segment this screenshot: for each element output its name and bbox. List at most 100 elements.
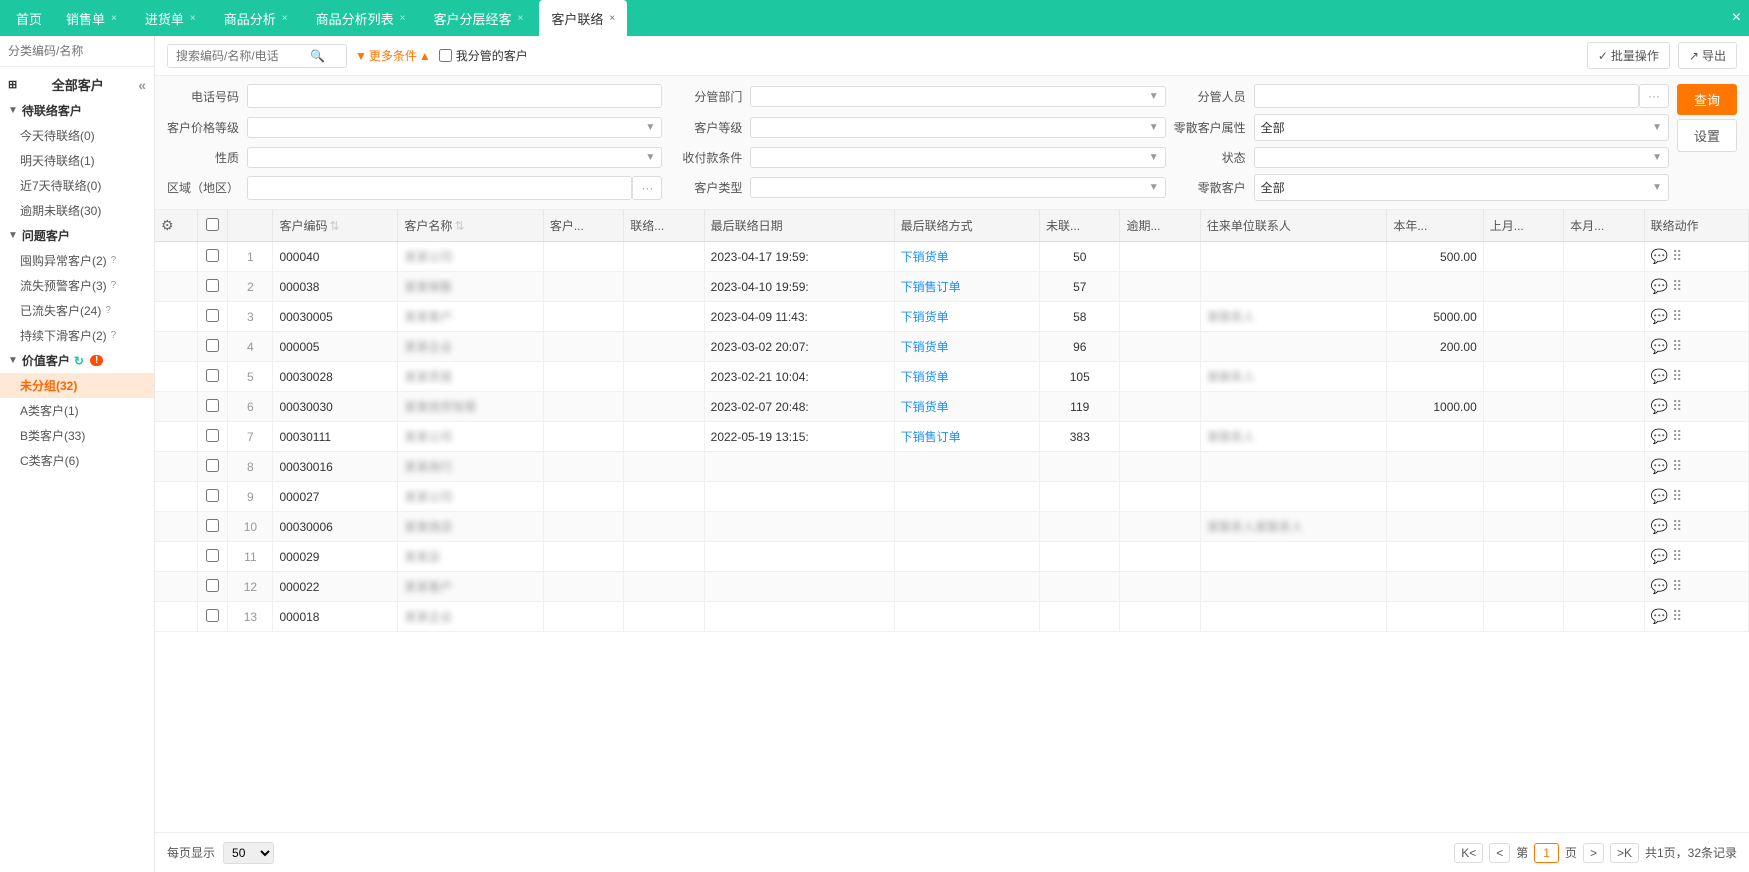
sidebar-item-abnormal[interactable]: 囤购异常客户(2)? bbox=[0, 248, 154, 273]
export-button[interactable]: ↗ 导出 bbox=[1678, 42, 1737, 69]
close-all-tabs[interactable]: × bbox=[1732, 9, 1741, 27]
more-icon[interactable]: ⠿ bbox=[1672, 488, 1682, 505]
sidebar-group-problem[interactable]: ▼ 问题客户 bbox=[0, 223, 154, 248]
more-icon[interactable]: ⠿ bbox=[1672, 398, 1682, 415]
customer-level-select[interactable]: ▼ bbox=[750, 117, 1165, 138]
name-col-header[interactable]: 客户名称⇅ bbox=[398, 210, 543, 242]
sidebar-group-value[interactable]: ▼ 价值客户 ↻ ! bbox=[0, 348, 154, 373]
sidebar-search-input[interactable] bbox=[8, 44, 155, 58]
sidebar-item-a-class[interactable]: A类客户(1) bbox=[0, 398, 154, 423]
gender-select[interactable]: ▼ bbox=[247, 147, 662, 168]
retail-customer-select[interactable]: 全部 ▼ bbox=[1254, 174, 1669, 201]
sidebar-item-b-class[interactable]: B类客户(33) bbox=[0, 423, 154, 448]
nav-tab-customer-segment[interactable]: 客户分层经客 × bbox=[421, 0, 535, 36]
more-conditions-button[interactable]: ▼ 更多条件 ▲ bbox=[355, 47, 431, 64]
sidebar-item-tomorrow[interactable]: 明天待联络(1) bbox=[0, 148, 154, 173]
sidebar-item-lost[interactable]: 已流失客户(24)? bbox=[0, 298, 154, 323]
close-customer-segment-tab[interactable]: × bbox=[517, 13, 523, 24]
price-level-select[interactable]: ▼ bbox=[247, 117, 662, 138]
chat-icon[interactable]: 💬 bbox=[1651, 488, 1668, 505]
more-icon[interactable]: ⠿ bbox=[1672, 548, 1682, 565]
chat-icon[interactable]: 💬 bbox=[1651, 368, 1668, 385]
more-icon[interactable]: ⠿ bbox=[1672, 458, 1682, 475]
row-checkbox[interactable] bbox=[206, 579, 219, 592]
customer-type-select[interactable]: ▼ bbox=[750, 177, 1165, 198]
close-purchase-tab[interactable]: × bbox=[190, 13, 196, 24]
sidebar-item-inactive[interactable]: 持续下滑客户(2)? bbox=[0, 323, 154, 348]
search-icon[interactable]: 🔍 bbox=[310, 49, 325, 63]
more-icon[interactable]: ⠿ bbox=[1672, 308, 1682, 325]
chat-icon[interactable]: 💬 bbox=[1651, 518, 1668, 535]
chat-icon[interactable]: 💬 bbox=[1651, 608, 1668, 625]
nav-tab-customer-contact[interactable]: 客户联络 × bbox=[539, 0, 627, 36]
chat-icon[interactable]: 💬 bbox=[1651, 548, 1668, 565]
nav-tab-analysis-list[interactable]: 商品分析列表 × bbox=[304, 0, 418, 36]
region-more-btn[interactable]: ··· bbox=[632, 176, 662, 200]
chat-icon[interactable]: 💬 bbox=[1651, 278, 1668, 295]
contact-method-link[interactable]: 下销售订单 bbox=[901, 430, 961, 444]
payment-select[interactable]: ▼ bbox=[750, 147, 1165, 168]
row-checkbox[interactable] bbox=[206, 369, 219, 382]
table-settings-icon[interactable]: ⚙ bbox=[161, 217, 174, 233]
batch-operations-button[interactable]: ✓ 批量操作 bbox=[1587, 42, 1670, 69]
nav-tab-purchase[interactable]: 进货单 × bbox=[133, 0, 208, 36]
more-icon[interactable]: ⠿ bbox=[1672, 338, 1682, 355]
sidebar-all-customers[interactable]: ⊞ 全部客户 « bbox=[0, 67, 154, 98]
nav-tab-home[interactable]: 首页 bbox=[8, 0, 50, 36]
row-checkbox[interactable] bbox=[206, 429, 219, 442]
sidebar-item-near7[interactable]: 近7天待联络(0) bbox=[0, 173, 154, 198]
code-col-header[interactable]: 客户编码⇅ bbox=[273, 210, 398, 242]
sidebar-item-today[interactable]: 今天待联络(0) bbox=[0, 123, 154, 148]
sidebar-item-c-class[interactable]: C类客户(6) bbox=[0, 448, 154, 473]
more-icon[interactable]: ⠿ bbox=[1672, 518, 1682, 535]
close-analysis-list-tab[interactable]: × bbox=[400, 13, 406, 24]
first-page-button[interactable]: K< bbox=[1454, 843, 1483, 863]
close-analysis-tab[interactable]: × bbox=[282, 13, 288, 24]
contact-method-link[interactable]: 下销货单 bbox=[901, 250, 949, 264]
sidebar-item-overdue[interactable]: 逾期未联络(30) bbox=[0, 198, 154, 223]
chat-icon[interactable]: 💬 bbox=[1651, 338, 1668, 355]
current-page[interactable]: 1 bbox=[1534, 843, 1559, 863]
row-checkbox[interactable] bbox=[206, 309, 219, 322]
chat-icon[interactable]: 💬 bbox=[1651, 428, 1668, 445]
staff-input[interactable] bbox=[1254, 84, 1639, 108]
next-page-button[interactable]: > bbox=[1583, 843, 1604, 863]
contact-method-link[interactable]: 下销货单 bbox=[901, 370, 949, 384]
row-checkbox[interactable] bbox=[206, 279, 219, 292]
staff-more-btn[interactable]: ··· bbox=[1639, 84, 1669, 108]
chat-icon[interactable]: 💬 bbox=[1651, 398, 1668, 415]
dept-select[interactable]: ▼ bbox=[750, 86, 1165, 107]
row-checkbox[interactable] bbox=[206, 459, 219, 472]
row-checkbox[interactable] bbox=[206, 339, 219, 352]
more-icon[interactable]: ⠿ bbox=[1672, 278, 1682, 295]
chat-icon[interactable]: 💬 bbox=[1651, 308, 1668, 325]
prev-page-button[interactable]: < bbox=[1489, 843, 1510, 863]
chat-icon[interactable]: 💬 bbox=[1651, 458, 1668, 475]
contact-method-link[interactable]: 下销货单 bbox=[901, 310, 949, 324]
query-button[interactable]: 查询 bbox=[1677, 84, 1737, 115]
close-customer-contact-tab[interactable]: × bbox=[609, 13, 615, 24]
refresh-icon[interactable]: ↻ bbox=[74, 354, 84, 368]
phone-input[interactable] bbox=[247, 84, 662, 108]
contact-method-link[interactable]: 下销货单 bbox=[901, 400, 949, 414]
row-checkbox[interactable] bbox=[206, 399, 219, 412]
sidebar-item-ungraded[interactable]: 未分组(32) bbox=[0, 373, 154, 398]
nav-tab-sales[interactable]: 销售单 × bbox=[54, 0, 129, 36]
contact-method-link[interactable]: 下销售订单 bbox=[901, 280, 961, 294]
last-page-button[interactable]: >K bbox=[1610, 843, 1639, 863]
sidebar-group-pending[interactable]: ▼ 待联络客户 bbox=[0, 98, 154, 123]
chat-icon[interactable]: 💬 bbox=[1651, 248, 1668, 265]
row-checkbox[interactable] bbox=[206, 549, 219, 562]
row-checkbox[interactable] bbox=[206, 249, 219, 262]
page-size-select[interactable]: 50 100 200 bbox=[223, 842, 274, 864]
row-checkbox[interactable] bbox=[206, 489, 219, 502]
row-checkbox[interactable] bbox=[206, 519, 219, 532]
more-icon[interactable]: ⠿ bbox=[1672, 578, 1682, 595]
more-icon[interactable]: ⠿ bbox=[1672, 248, 1682, 265]
chat-icon[interactable]: 💬 bbox=[1651, 578, 1668, 595]
close-sales-tab[interactable]: × bbox=[111, 13, 117, 24]
my-customers-checkbox[interactable]: 我分管的客户 bbox=[439, 47, 528, 64]
more-icon[interactable]: ⠿ bbox=[1672, 368, 1682, 385]
nav-tab-analysis[interactable]: 商品分析 × bbox=[212, 0, 300, 36]
more-icon[interactable]: ⠿ bbox=[1672, 608, 1682, 625]
